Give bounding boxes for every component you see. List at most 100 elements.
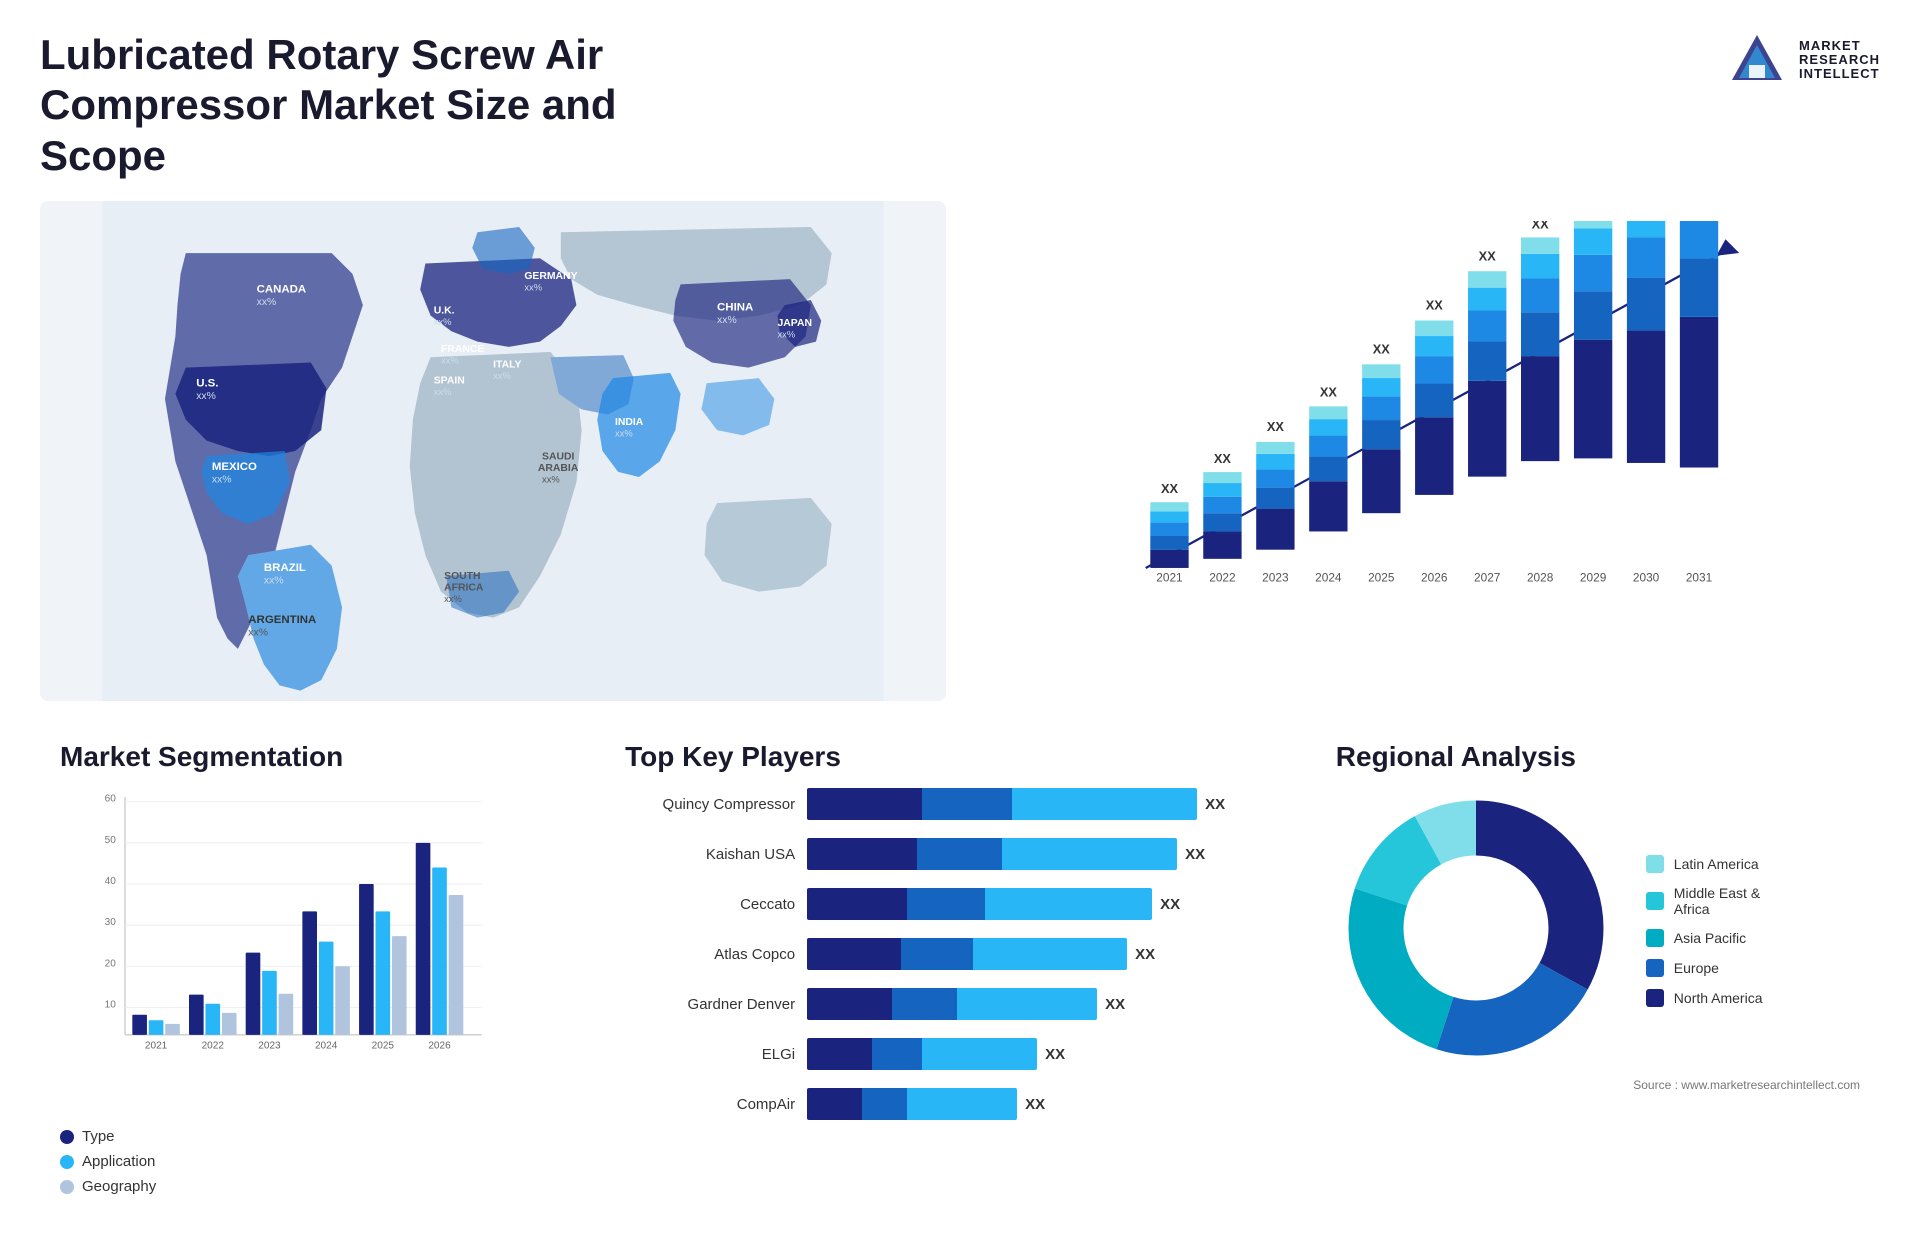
- player-row: CompAir XX: [625, 1088, 1266, 1120]
- players-title: Top Key Players: [625, 741, 1266, 773]
- svg-text:ITALY: ITALY: [493, 360, 521, 371]
- svg-text:xx%: xx%: [441, 356, 459, 366]
- svg-text:xx%: xx%: [434, 387, 452, 397]
- segmentation-chart: 60 50 40 30 20 10 2021: [60, 788, 510, 1108]
- svg-text:2021: 2021: [145, 1041, 168, 1052]
- svg-text:2024: 2024: [1315, 571, 1342, 585]
- logo: MARKET RESEARCH INTELLECT: [1727, 30, 1880, 90]
- player-row: Quincy Compressor XX: [625, 788, 1266, 820]
- svg-text:2026: 2026: [428, 1041, 451, 1052]
- svg-text:XX: XX: [1214, 451, 1232, 466]
- svg-text:2021: 2021: [1156, 571, 1183, 585]
- svg-text:xx%: xx%: [777, 330, 795, 340]
- donut-chart: [1336, 788, 1616, 1073]
- player-row: ELGi XX: [625, 1038, 1266, 1070]
- logo-text: MARKET RESEARCH INTELLECT: [1799, 39, 1880, 82]
- svg-text:2031: 2031: [1686, 571, 1713, 585]
- svg-text:ARGENTINA: ARGENTINA: [248, 614, 316, 626]
- players-bar-list: Quincy Compressor XX Kaishan USA: [625, 788, 1266, 1120]
- svg-text:2028: 2028: [1527, 571, 1554, 585]
- bar-chart-container: XX 2021 XX 2022 XX 2023: [966, 201, 1880, 701]
- regional-title: Regional Analysis: [1336, 741, 1860, 773]
- svg-text:FRANCE: FRANCE: [441, 344, 484, 355]
- svg-text:2023: 2023: [258, 1041, 281, 1052]
- svg-text:40: 40: [105, 876, 117, 887]
- svg-text:CANADA: CANADA: [257, 284, 307, 296]
- svg-text:XX: XX: [1161, 481, 1179, 496]
- regional-section: Regional Analysis: [1316, 731, 1880, 1211]
- bar-chart-svg: XX 2021 XX 2022 XX 2023: [1026, 221, 1850, 641]
- svg-text:GERMANY: GERMANY: [524, 271, 577, 282]
- svg-text:xx%: xx%: [434, 317, 452, 327]
- logo-icon: [1727, 30, 1787, 90]
- svg-text:xx%: xx%: [248, 628, 268, 639]
- svg-text:2025: 2025: [372, 1041, 395, 1052]
- segmentation-section: Market Segmentation 60 50 40 30 20 10: [40, 731, 575, 1211]
- legend-north-america: North America: [1646, 989, 1763, 1007]
- players-section: Top Key Players Quincy Compressor XX: [595, 731, 1296, 1211]
- page-title: Lubricated Rotary Screw Air Compressor M…: [40, 30, 740, 181]
- bottom-section: Market Segmentation 60 50 40 30 20 10: [40, 731, 1880, 1211]
- svg-text:xx%: xx%: [615, 429, 633, 439]
- world-map: CANADA xx% U.S. xx% MEXICO xx% BRAZIL xx…: [40, 201, 946, 701]
- svg-text:xx%: xx%: [542, 474, 560, 484]
- svg-text:XX: XX: [1426, 298, 1444, 313]
- legend-application: Application: [60, 1153, 555, 1170]
- legend-geography: Geography: [60, 1178, 555, 1195]
- source-text: Source : www.marketresearchintellect.com: [1336, 1078, 1860, 1092]
- svg-text:2027: 2027: [1474, 571, 1500, 585]
- svg-text:60: 60: [105, 794, 117, 805]
- svg-text:XX: XX: [1479, 248, 1497, 263]
- svg-text:xx%: xx%: [257, 297, 277, 308]
- svg-text:2025: 2025: [1368, 571, 1395, 585]
- svg-text:XX: XX: [1320, 384, 1338, 399]
- player-row: Ceccato XX: [625, 888, 1266, 920]
- svg-text:AFRICA: AFRICA: [444, 583, 484, 594]
- svg-text:MEXICO: MEXICO: [212, 461, 257, 473]
- svg-text:BRAZIL: BRAZIL: [264, 562, 306, 574]
- svg-text:50: 50: [105, 835, 117, 846]
- player-row: Kaishan USA XX: [625, 838, 1266, 870]
- segmentation-legend: Type Application Geography: [60, 1128, 555, 1195]
- segmentation-title: Market Segmentation: [60, 741, 555, 773]
- svg-text:2024: 2024: [315, 1041, 338, 1052]
- svg-text:JAPAN: JAPAN: [777, 318, 812, 329]
- svg-text:xx%: xx%: [493, 371, 511, 381]
- svg-text:20: 20: [105, 958, 117, 969]
- svg-text:XX: XX: [1373, 342, 1391, 357]
- legend-type: Type: [60, 1128, 555, 1145]
- svg-text:INDIA: INDIA: [615, 417, 644, 428]
- svg-text:2022: 2022: [1209, 571, 1235, 585]
- svg-text:xx%: xx%: [264, 575, 284, 586]
- svg-text:2026: 2026: [1421, 571, 1448, 585]
- legend-europe: Europe: [1646, 959, 1763, 977]
- svg-text:XX: XX: [1267, 419, 1285, 434]
- svg-text:xx%: xx%: [444, 594, 462, 604]
- svg-text:SAUDI: SAUDI: [542, 452, 574, 463]
- svg-text:xx%: xx%: [196, 391, 216, 402]
- svg-text:10: 10: [105, 1000, 117, 1011]
- legend-middle-east-africa: Middle East &Africa: [1646, 885, 1763, 917]
- svg-text:ARABIA: ARABIA: [538, 463, 579, 474]
- header: Lubricated Rotary Screw Air Compressor M…: [40, 30, 1880, 181]
- donut-area: Latin America Middle East &Africa Asia P…: [1336, 788, 1860, 1073]
- player-row: Atlas Copco XX: [625, 938, 1266, 970]
- svg-text:U.S.: U.S.: [196, 378, 218, 390]
- svg-text:SPAIN: SPAIN: [434, 375, 465, 386]
- legend-asia-pacific: Asia Pacific: [1646, 929, 1763, 947]
- svg-text:U.K.: U.K.: [434, 306, 455, 317]
- svg-text:2029: 2029: [1580, 571, 1607, 585]
- svg-text:CHINA: CHINA: [717, 302, 753, 314]
- svg-text:xx%: xx%: [524, 283, 542, 293]
- svg-text:2022: 2022: [202, 1041, 225, 1052]
- svg-text:XX: XX: [1532, 221, 1550, 231]
- svg-text:2030: 2030: [1633, 571, 1660, 585]
- svg-text:SOUTH: SOUTH: [444, 571, 480, 582]
- player-row: Gardner Denver XX: [625, 988, 1266, 1020]
- regional-legend: Latin America Middle East &Africa Asia P…: [1646, 855, 1763, 1007]
- map-svg: CANADA xx% U.S. xx% MEXICO xx% BRAZIL xx…: [40, 201, 946, 701]
- top-section: CANADA xx% U.S. xx% MEXICO xx% BRAZIL xx…: [40, 201, 1880, 701]
- svg-text:xx%: xx%: [717, 315, 737, 326]
- legend-latin-america: Latin America: [1646, 855, 1763, 873]
- svg-text:xx%: xx%: [212, 474, 232, 485]
